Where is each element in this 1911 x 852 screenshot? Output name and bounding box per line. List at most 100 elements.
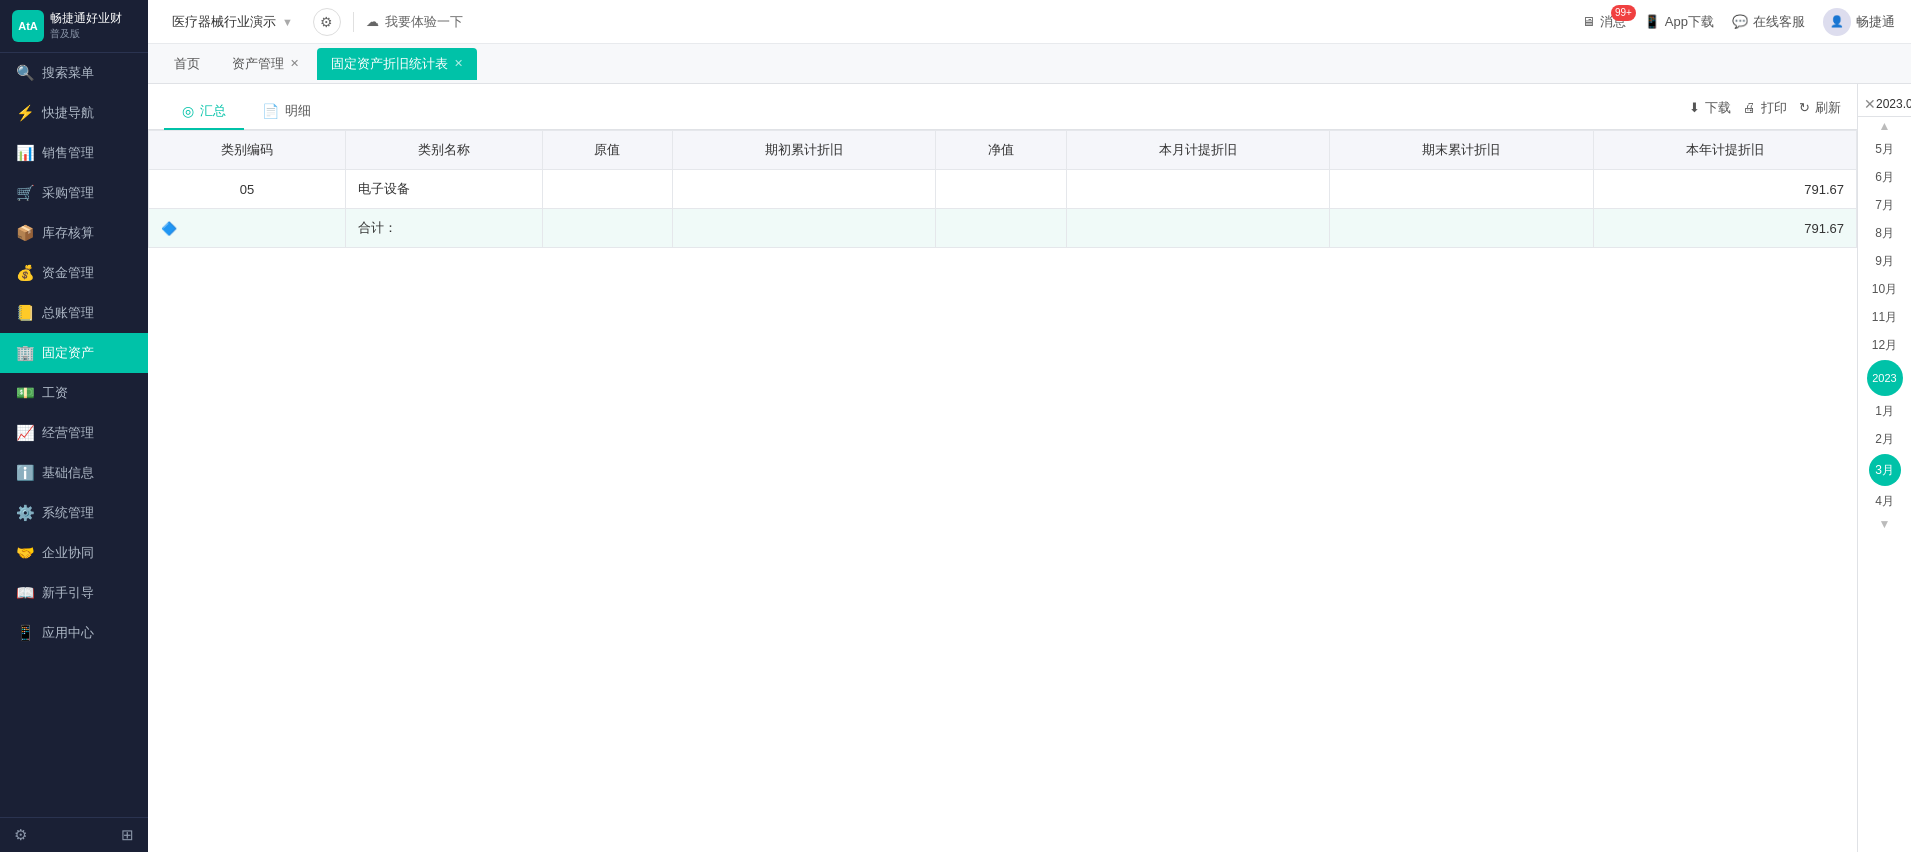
user-btn[interactable]: 👤 畅捷通 <box>1823 8 1895 36</box>
close-depreciation-tab[interactable]: ✕ <box>454 57 463 70</box>
detail-tab-icon: 📄 <box>262 103 279 119</box>
month-9[interactable]: 9月 <box>1865 248 1905 274</box>
main-content: 医疗器械行业演示 ▼ ⚙ ☁ 我要体验一下 🖥 消息 99+ 📱 App下载 💬… <box>148 0 1911 852</box>
home-tab-label: 首页 <box>174 55 200 73</box>
toolbar: ⬇ 下载 🖨 打印 ↻ 刷新 <box>1689 99 1841 125</box>
right-panel-year-label: 2023.03 <box>1876 97 1911 111</box>
tab-fixed-asset-depreciation[interactable]: 固定资产折旧统计表 ✕ <box>317 48 477 80</box>
summary-monthly <box>1066 209 1329 248</box>
month-6[interactable]: 6月 <box>1865 164 1905 190</box>
sidebar-item-sales[interactable]: 📊 销售管理 <box>0 133 148 173</box>
table-row: 05 电子设备 791.67 <box>149 170 1857 209</box>
prev-arrow[interactable]: ▲ <box>1879 117 1891 135</box>
logo-text: 畅捷通好业财 普及版 <box>50 11 122 41</box>
company-selector[interactable]: 医疗器械行业演示 ▼ <box>164 9 301 35</box>
summary-expand-icon[interactable]: 🔷 <box>161 221 177 236</box>
month-10[interactable]: 10月 <box>1865 276 1905 302</box>
tab-asset-mgmt[interactable]: 资产管理 ✕ <box>218 48 313 80</box>
summary-net-value <box>936 209 1066 248</box>
cell-ending-accum <box>1330 170 1593 209</box>
sidebar: AtA 畅捷通好业财 普及版 🔍 搜索菜单 ⚡ 快捷导航 📊 销售管理 🛒 采购… <box>0 0 148 852</box>
print-btn[interactable]: 🖨 打印 <box>1743 99 1787 117</box>
tab-home[interactable]: 首页 <box>160 48 214 80</box>
sales-icon: 📊 <box>16 144 34 162</box>
sidebar-item-label: 新手引导 <box>42 584 94 602</box>
close-asset-mgmt-tab[interactable]: ✕ <box>290 57 299 70</box>
message-icon: 🖥 <box>1582 14 1595 29</box>
sidebar-item-label: 工资 <box>42 384 68 402</box>
settings-bottom-icon[interactable]: ⚙ <box>14 826 27 844</box>
sidebar-item-system[interactable]: ⚙️ 系统管理 <box>0 493 148 533</box>
month-2[interactable]: 2月 <box>1865 426 1905 452</box>
year-2023[interactable]: 2023 <box>1867 360 1903 396</box>
messages-btn[interactable]: 🖥 消息 99+ <box>1582 13 1626 31</box>
online-service-btn[interactable]: 💬 在线客服 <box>1732 13 1805 31</box>
collapse-icon[interactable]: ⊞ <box>121 826 134 844</box>
cell-name: 电子设备 <box>345 170 542 209</box>
refresh-btn[interactable]: ↻ 刷新 <box>1799 99 1841 117</box>
month-3[interactable]: 3月 <box>1869 454 1901 486</box>
gear-icon: ⚙ <box>320 14 333 30</box>
sidebar-item-ledger[interactable]: 📒 总账管理 <box>0 293 148 333</box>
app-title: 畅捷通好业财 <box>50 11 122 27</box>
sub-tab-detail[interactable]: 📄 明细 <box>244 94 329 130</box>
nav-arrows-bottom: ▼ <box>1879 515 1891 533</box>
topbar-settings-btn[interactable]: ⚙ <box>313 8 341 36</box>
month-8[interactable]: 8月 <box>1865 220 1905 246</box>
col-header-net-value: 净值 <box>936 131 1066 170</box>
sidebar-item-label: 搜索菜单 <box>42 64 94 82</box>
sidebar-nav: 🔍 搜索菜单 ⚡ 快捷导航 📊 销售管理 🛒 采购管理 📦 库存核算 💰 资金管… <box>0 53 148 817</box>
download-btn[interactable]: ⬇ 下载 <box>1689 99 1731 117</box>
cell-yearly: 791.67 <box>1593 170 1856 209</box>
month-7[interactable]: 7月 <box>1865 192 1905 218</box>
sidebar-item-basic-info[interactable]: ℹ️ 基础信息 <box>0 453 148 493</box>
cell-original <box>542 170 672 209</box>
download-label: 下载 <box>1705 99 1731 117</box>
sidebar-item-app-center[interactable]: 📱 应用中心 <box>0 613 148 653</box>
summary-beginning-accum <box>673 209 936 248</box>
content-area: ◎ 汇总 📄 明细 ⬇ 下载 🖨 打印 <box>148 84 1857 852</box>
cell-code: 05 <box>149 170 346 209</box>
sidebar-item-finance[interactable]: 💰 资金管理 <box>0 253 148 293</box>
app-download-btn[interactable]: 📱 App下载 <box>1644 13 1714 31</box>
cloud-icon: ☁ <box>366 14 379 29</box>
experience-text: 我要体验一下 <box>385 13 463 31</box>
sub-tab-summary[interactable]: ◎ 汇总 <box>164 94 244 130</box>
right-panel-close-icon[interactable]: ✕ <box>1864 96 1876 112</box>
experience-btn[interactable]: ☁ 我要体验一下 <box>366 13 463 31</box>
sidebar-item-label: 企业协同 <box>42 544 94 562</box>
right-panel: ✕ 2023.03 ⛶ ▲ 5月 6月 7月 8月 9月 10月 11月 12月… <box>1857 84 1911 852</box>
operations-icon: 📈 <box>16 424 34 442</box>
col-header-name: 类别名称 <box>345 131 542 170</box>
sidebar-item-purchase[interactable]: 🛒 采购管理 <box>0 173 148 213</box>
col-header-ending-accum: 期末累计折旧 <box>1330 131 1593 170</box>
print-icon: 🖨 <box>1743 100 1756 115</box>
detail-tab-label: 明细 <box>285 102 311 120</box>
sidebar-item-search[interactable]: 🔍 搜索菜单 <box>0 53 148 93</box>
cell-monthly <box>1066 170 1329 209</box>
next-arrow[interactable]: ▼ <box>1879 515 1891 533</box>
summary-tab-label: 汇总 <box>200 102 226 120</box>
logo-icon: AtA <box>12 10 44 42</box>
summary-label-cell: 合计： <box>345 209 542 248</box>
sidebar-item-operations[interactable]: 📈 经营管理 <box>0 413 148 453</box>
month-5[interactable]: 5月 <box>1865 136 1905 162</box>
cell-beginning-accum <box>673 170 936 209</box>
month-4[interactable]: 4月 <box>1865 488 1905 514</box>
download-icon: 📱 <box>1644 14 1660 29</box>
asset-mgmt-tab-label: 资产管理 <box>232 55 284 73</box>
sidebar-bottom: ⚙ ⊞ <box>0 817 148 852</box>
month-12[interactable]: 12月 <box>1865 332 1905 358</box>
month-1[interactable]: 1月 <box>1865 398 1905 424</box>
user-label: 畅捷通 <box>1856 13 1895 31</box>
tabs-bar: 首页 资产管理 ✕ 固定资产折旧统计表 ✕ <box>148 44 1911 84</box>
sidebar-item-fixed-assets[interactable]: 🏢 固定资产 <box>0 333 148 373</box>
sidebar-item-quick-nav[interactable]: ⚡ 快捷导航 <box>0 93 148 133</box>
sidebar-item-inventory[interactable]: 📦 库存核算 <box>0 213 148 253</box>
col-header-original: 原值 <box>542 131 672 170</box>
sidebar-item-guide[interactable]: 📖 新手引导 <box>0 573 148 613</box>
month-11[interactable]: 11月 <box>1865 304 1905 330</box>
sidebar-item-salary[interactable]: 💵 工资 <box>0 373 148 413</box>
enterprise-icon: 🤝 <box>16 544 34 562</box>
sidebar-item-enterprise[interactable]: 🤝 企业协同 <box>0 533 148 573</box>
